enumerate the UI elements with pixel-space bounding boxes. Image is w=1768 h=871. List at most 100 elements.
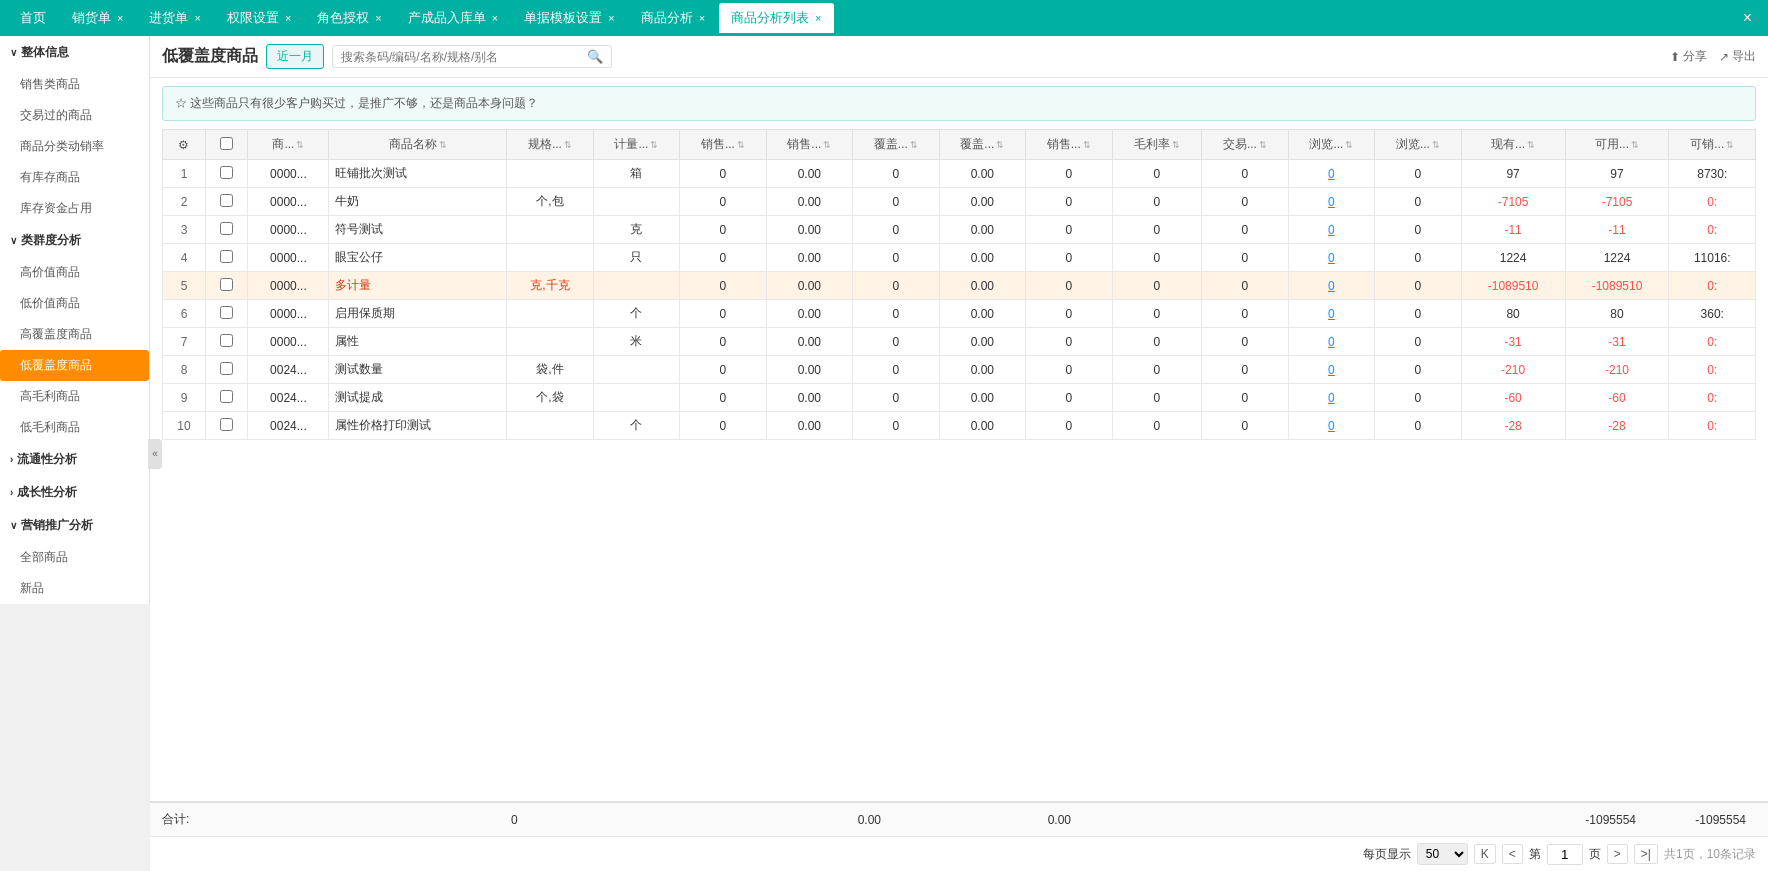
col-trade[interactable]: 交易...⇅ (1202, 130, 1288, 160)
nav-purchase[interactable]: 进货单 × (137, 3, 212, 33)
sidebar-item-high-coverage[interactable]: 高覆盖度商品 (0, 319, 149, 350)
sidebar-item-all-products[interactable]: 全部商品 (0, 542, 149, 573)
page-size-select[interactable]: 50 100 200 (1417, 843, 1468, 865)
col-code[interactable]: 商...⇅ (248, 130, 329, 160)
nav-sales-close[interactable]: × (117, 12, 123, 24)
row-select-checkbox[interactable] (220, 278, 233, 291)
nav-roles-close[interactable]: × (375, 12, 381, 24)
col-sales3[interactable]: 销售...⇅ (1026, 130, 1112, 160)
sidebar-item-high-margin[interactable]: 高毛利商品 (0, 381, 149, 412)
col-grossrate[interactable]: 毛利率⇅ (1112, 130, 1202, 160)
nav-product-analysis-list[interactable]: 商品分析列表 × (719, 3, 833, 33)
sidebar-item-new-products[interactable]: 新品 (0, 573, 149, 604)
row-name[interactable]: 测试提成 (329, 384, 507, 412)
row-select-checkbox[interactable] (220, 418, 233, 431)
row-b2: 0 (1375, 188, 1461, 216)
sidebar-item-inventory-capital[interactable]: 库存资金占用 (0, 193, 149, 224)
nav-finished-goods[interactable]: 产成品入库单 × (396, 3, 510, 33)
nav-purchase-close[interactable]: × (194, 12, 200, 24)
window-close-button[interactable]: × (1735, 5, 1760, 31)
sidebar-item-category-rate[interactable]: 商品分类动销率 (0, 131, 149, 162)
row-select-checkbox[interactable] (220, 306, 233, 319)
prev-page-button[interactable]: < (1502, 844, 1523, 864)
row-b1[interactable]: 0 (1288, 384, 1374, 412)
share-button[interactable]: ⬆ 分享 (1670, 48, 1707, 65)
nav-home[interactable]: 首页 (8, 3, 58, 33)
row-b1[interactable]: 0 (1288, 328, 1374, 356)
row-name[interactable]: 符号测试 (329, 216, 507, 244)
col-sales1[interactable]: 销售...⇅ (680, 130, 766, 160)
row-name[interactable]: 旺铺批次测试 (329, 160, 507, 188)
settings-icon[interactable]: ⚙ (178, 138, 189, 152)
sidebar-section-growth[interactable]: › 成长性分析 (0, 476, 149, 509)
col-saleable[interactable]: 可销...⇅ (1669, 130, 1756, 160)
col-name[interactable]: 商品名称⇅ (329, 130, 507, 160)
row-select-checkbox[interactable] (220, 390, 233, 403)
sidebar-item-low-margin[interactable]: 低毛利商品 (0, 412, 149, 443)
next-page-button[interactable]: > (1607, 844, 1628, 864)
row-name[interactable]: 属性价格打印测试 (329, 412, 507, 440)
nav-product-analysis[interactable]: 商品分析 × (629, 3, 717, 33)
col-settings[interactable]: ⚙ (163, 130, 206, 160)
search-input[interactable] (341, 50, 587, 64)
nav-permissions[interactable]: 权限设置 × (215, 3, 303, 33)
col-sales2[interactable]: 销售...⇅ (766, 130, 852, 160)
sidebar-item-low-coverage[interactable]: 低覆盖度商品 (0, 350, 149, 381)
row-name[interactable]: 牛奶 (329, 188, 507, 216)
sidebar-item-sales-products[interactable]: 销售类商品 (0, 69, 149, 100)
row-select-checkbox[interactable] (220, 222, 233, 235)
sidebar-item-in-stock[interactable]: 有库存商品 (0, 162, 149, 193)
sidebar-item-high-value[interactable]: 高价值商品 (0, 257, 149, 288)
sidebar-collapse-button[interactable]: « (148, 439, 162, 469)
row-select-checkbox[interactable] (220, 194, 233, 207)
row-b1[interactable]: 0 (1288, 188, 1374, 216)
row-select-checkbox[interactable] (220, 250, 233, 263)
col-cover1[interactable]: 覆盖...⇅ (853, 130, 939, 160)
nav-permissions-close[interactable]: × (285, 12, 291, 24)
sidebar-item-low-value[interactable]: 低价值商品 (0, 288, 149, 319)
sidebar-section-marketing[interactable]: ∨ 营销推广分析 (0, 509, 149, 542)
nav-product-analysis-close[interactable]: × (699, 12, 705, 24)
nav-sales[interactable]: 销货单 × (60, 3, 135, 33)
row-name[interactable]: 属性 (329, 328, 507, 356)
row-b1[interactable]: 0 (1288, 272, 1374, 300)
nav-roles[interactable]: 角色授权 × (305, 3, 393, 33)
row-name[interactable]: 多计量 (329, 272, 507, 300)
col-cover2[interactable]: 覆盖...⇅ (939, 130, 1025, 160)
row-select-checkbox[interactable] (220, 166, 233, 179)
sidebar-section-overall[interactable]: ∨ 整体信息 (0, 36, 149, 69)
row-b1[interactable]: 0 (1288, 356, 1374, 384)
select-all-checkbox[interactable] (220, 137, 233, 150)
row-select-checkbox[interactable] (220, 362, 233, 375)
filter-period-button[interactable]: 近一月 (266, 44, 324, 69)
export-button[interactable]: ↗ 导出 (1719, 48, 1756, 65)
row-name[interactable]: 启用保质期 (329, 300, 507, 328)
row-b1[interactable]: 0 (1288, 244, 1374, 272)
col-spec[interactable]: 规格...⇅ (507, 130, 593, 160)
row-c1: 0 (853, 356, 939, 384)
col-stock1[interactable]: 现有...⇅ (1461, 130, 1565, 160)
last-page-button[interactable]: >| (1634, 844, 1658, 864)
sidebar-section-cluster[interactable]: ∨ 类群度分析 (0, 224, 149, 257)
row-select-checkbox[interactable] (220, 334, 233, 347)
row-name[interactable]: 测试数量 (329, 356, 507, 384)
sidebar-item-traded-products[interactable]: 交易过的商品 (0, 100, 149, 131)
row-b1[interactable]: 0 (1288, 412, 1374, 440)
row-name[interactable]: 眼宝公仔 (329, 244, 507, 272)
row-spec: 克,千克 (507, 272, 593, 300)
search-icon[interactable]: 🔍 (587, 49, 603, 64)
sidebar-section-liquidity[interactable]: › 流通性分析 (0, 443, 149, 476)
nav-template-settings[interactable]: 单据模板设置 × (512, 3, 626, 33)
row-b1[interactable]: 0 (1288, 160, 1374, 188)
first-page-button[interactable]: K (1474, 844, 1496, 864)
row-b1[interactable]: 0 (1288, 300, 1374, 328)
col-unit[interactable]: 计量...⇅ (593, 130, 679, 160)
nav-product-analysis-list-close[interactable]: × (815, 12, 821, 24)
nav-finished-goods-close[interactable]: × (492, 12, 498, 24)
col-stock2[interactable]: 可用...⇅ (1565, 130, 1669, 160)
page-number-input[interactable] (1547, 844, 1583, 865)
col-browse2[interactable]: 浏览...⇅ (1375, 130, 1461, 160)
row-b1[interactable]: 0 (1288, 216, 1374, 244)
nav-template-settings-close[interactable]: × (608, 12, 614, 24)
col-browse1[interactable]: 浏览...⇅ (1288, 130, 1374, 160)
